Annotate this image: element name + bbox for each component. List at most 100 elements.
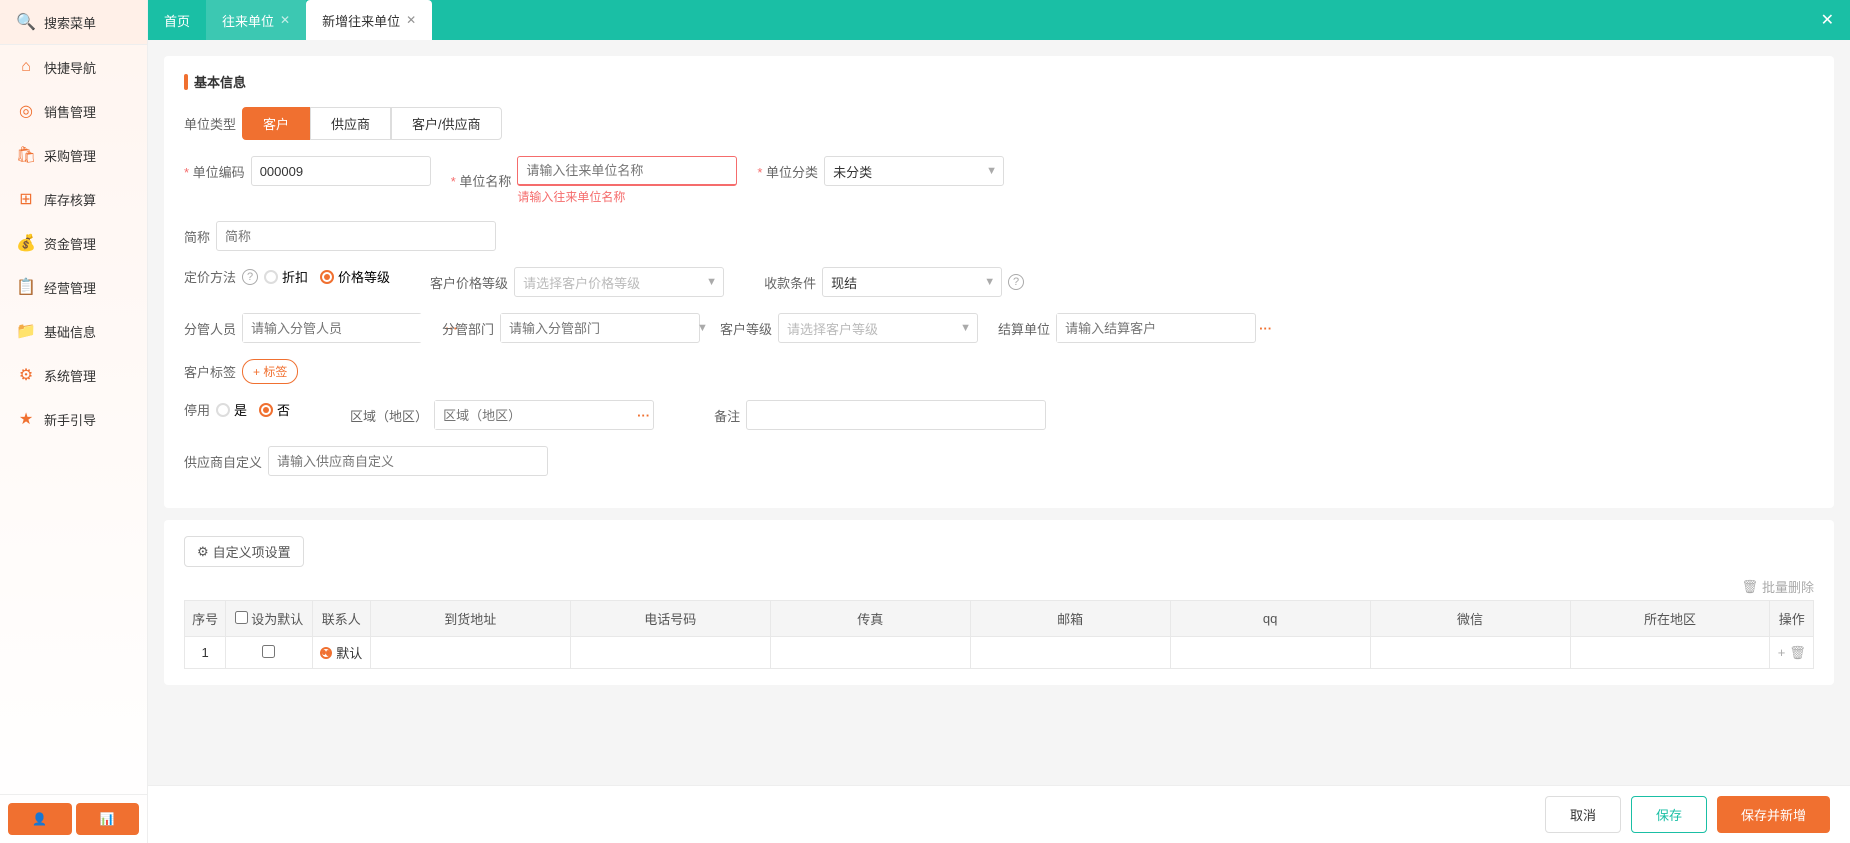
supplier-custom-input[interactable] xyxy=(268,446,548,476)
manager-input-wrap: ··· xyxy=(242,313,422,343)
customer-level-select[interactable]: 请选择客户等级 ▼ xyxy=(778,313,978,343)
disable-radio-no[interactable]: 否 xyxy=(259,400,290,419)
custom-settings-button[interactable]: ⚙ 自定义项设置 xyxy=(184,536,304,567)
tag-row: 客户标签 + 标签 xyxy=(184,359,1814,384)
sidebar-search-item[interactable]: 🔍 搜索菜单 xyxy=(0,0,147,45)
sidebar-item-inventory[interactable]: ⊞ 库存核算 xyxy=(0,177,147,221)
table-cell-0-7 xyxy=(1170,637,1370,669)
tag-field: 客户标签 + 标签 xyxy=(184,359,298,384)
add-row-btn-0[interactable]: + xyxy=(1778,645,1786,660)
sidebar-item-guide[interactable]: ★ 新手引导 xyxy=(0,397,147,441)
contact-table: 序号 设为默认联系人到货地址电话号码传真邮箱qq微信所在地区操作 1默认+🗑 xyxy=(184,600,1814,669)
system-icon: ⚙ xyxy=(16,365,36,385)
supplier-custom-row: 供应商自定义 xyxy=(184,446,1814,476)
sidebar: 🔍 搜索菜单 ⌂ 快捷导航 ◎ 销售管理 🛍 采购管理 ⊞ 库存核算 💰 资金管… xyxy=(0,0,148,843)
row-checkbox-0[interactable] xyxy=(262,645,275,658)
no-radio-circle xyxy=(259,403,273,417)
short-name-row: 简称 xyxy=(184,221,1814,251)
sidebar-bottom-btn-2[interactable]: 📊 xyxy=(76,803,140,835)
cell-input-0-3[interactable] xyxy=(386,645,554,660)
table-col-8: 微信 xyxy=(1370,601,1570,637)
type-btn-1[interactable]: 供应商 xyxy=(310,107,391,140)
batch-delete-label: 批量删除 xyxy=(1762,577,1814,596)
disable-region-row: 停用 是 否 区域（地区） xyxy=(184,400,1814,430)
settlement-input[interactable] xyxy=(1057,314,1249,342)
sidebar-item-purchase[interactable]: 🛍 采购管理 xyxy=(0,133,147,177)
tab-label-home: 首页 xyxy=(164,11,190,30)
unit-name-input[interactable] xyxy=(517,156,737,186)
pricing-radio-level[interactable]: 价格等级 xyxy=(320,267,390,286)
table-cell-0-2: 默认 xyxy=(312,637,370,669)
settlement-dots-btn[interactable]: ··· xyxy=(1253,321,1278,336)
save-new-button[interactable]: 保存并新增 xyxy=(1717,796,1830,833)
sidebar-item-sales[interactable]: ◎ 销售管理 xyxy=(0,89,147,133)
disable-radio-yes[interactable]: 是 xyxy=(216,400,247,419)
cell-input-0-7[interactable] xyxy=(1186,645,1354,660)
cell-input-0-9[interactable] xyxy=(1586,645,1754,660)
tab-new-counterparty[interactable]: 新增往来单位✕ xyxy=(306,0,432,40)
del-row-btn-0[interactable]: 🗑 xyxy=(1789,645,1806,660)
sidebar-item-operations[interactable]: 📋 经营管理 xyxy=(0,265,147,309)
region-dots-btn[interactable]: ··· xyxy=(631,408,656,423)
delete-icon: 🗑 xyxy=(1741,579,1758,595)
manager-input[interactable] xyxy=(243,314,435,342)
code-name-category-row: 单位编码 单位名称 请输入往来单位名称 单位分类 未分类 ▼ xyxy=(184,156,1814,205)
cell-input-0-6[interactable] xyxy=(986,645,1154,660)
payment-terms-label: 收款条件 xyxy=(764,273,816,292)
save-button[interactable]: 保存 xyxy=(1631,796,1707,833)
cell-input-0-4[interactable] xyxy=(586,645,754,660)
sidebar-bottom-btn-1[interactable]: 👤 xyxy=(8,803,72,835)
tab-counterparty[interactable]: 往来单位✕ xyxy=(206,0,306,40)
unit-code-input[interactable] xyxy=(251,156,431,186)
settlement-field: 结算单位 ··· xyxy=(998,313,1256,343)
batch-delete-button[interactable]: 🗑 批量删除 xyxy=(1741,577,1814,596)
pricing-radio-discount[interactable]: 折扣 xyxy=(264,267,308,286)
customer-price-select[interactable]: 请选择客户价格等级 ▼ xyxy=(514,267,724,297)
operations-icon: 📋 xyxy=(16,277,36,297)
section-flag xyxy=(184,74,188,90)
table-cell-0-6 xyxy=(970,637,1170,669)
sidebar-item-finance[interactable]: 💰 资金管理 xyxy=(0,221,147,265)
dept-select[interactable]: ▼ xyxy=(500,313,700,343)
region-label: 区域（地区） xyxy=(350,406,428,425)
unit-type-row: 单位类型 客户供应商客户/供应商 xyxy=(184,107,1814,140)
sidebar-label-finance: 资金管理 xyxy=(44,234,96,253)
pricing-radio-group: 折扣 价格等级 xyxy=(264,267,390,286)
region-field: 区域（地区） ··· xyxy=(350,400,654,430)
customer-level-placeholder: 请选择客户等级 xyxy=(779,319,960,338)
unit-name-error: 请输入往来单位名称 xyxy=(517,188,737,205)
cell-input-0-5[interactable] xyxy=(786,645,954,660)
pricing-help-icon[interactable]: ? xyxy=(242,269,258,285)
sidebar-item-system[interactable]: ⚙ 系统管理 xyxy=(0,353,147,397)
type-btn-0[interactable]: 客户 xyxy=(242,107,310,140)
remark-input[interactable] xyxy=(746,400,1046,430)
tag-add-button[interactable]: + 标签 xyxy=(242,359,298,384)
table-cell-0-8 xyxy=(1370,637,1570,669)
sidebar-item-basic[interactable]: 📁 基础信息 xyxy=(0,309,147,353)
tab-close-new-counterparty[interactable]: ✕ xyxy=(406,13,416,27)
dept-input[interactable] xyxy=(501,314,693,342)
cell-input-0-8[interactable] xyxy=(1386,645,1554,660)
unit-category-select[interactable]: 未分类 ▼ xyxy=(824,156,1004,186)
short-name-field: 简称 xyxy=(184,221,496,251)
table-select-all[interactable] xyxy=(235,611,248,624)
close-all-button[interactable]: ✕ xyxy=(1805,10,1850,30)
sidebar-label-operations: 经营管理 xyxy=(44,278,96,297)
tab-home[interactable]: 首页 xyxy=(148,0,206,40)
tab-close-counterparty[interactable]: ✕ xyxy=(280,13,290,27)
payment-terms-select[interactable]: 现结 ▼ xyxy=(822,267,1002,297)
sidebar-label-inventory: 库存核算 xyxy=(44,190,96,209)
sidebar-item-quick-nav[interactable]: ⌂ 快捷导航 xyxy=(0,45,147,89)
purchase-icon: 🛍 xyxy=(16,145,36,165)
payment-help-icon[interactable]: ? xyxy=(1008,274,1024,290)
yes-radio-circle xyxy=(216,403,230,417)
disable-radio-group: 是 否 xyxy=(216,400,290,419)
disable-label: 停用 xyxy=(184,400,210,419)
short-name-input[interactable] xyxy=(216,221,496,251)
unit-name-label: 单位名称 xyxy=(451,171,512,190)
custom-settings-label: 自定义项设置 xyxy=(213,542,291,561)
table-cell-0-3 xyxy=(370,637,570,669)
type-btn-2[interactable]: 客户/供应商 xyxy=(391,107,502,140)
cancel-button[interactable]: 取消 xyxy=(1545,796,1621,833)
region-input[interactable] xyxy=(435,401,627,429)
